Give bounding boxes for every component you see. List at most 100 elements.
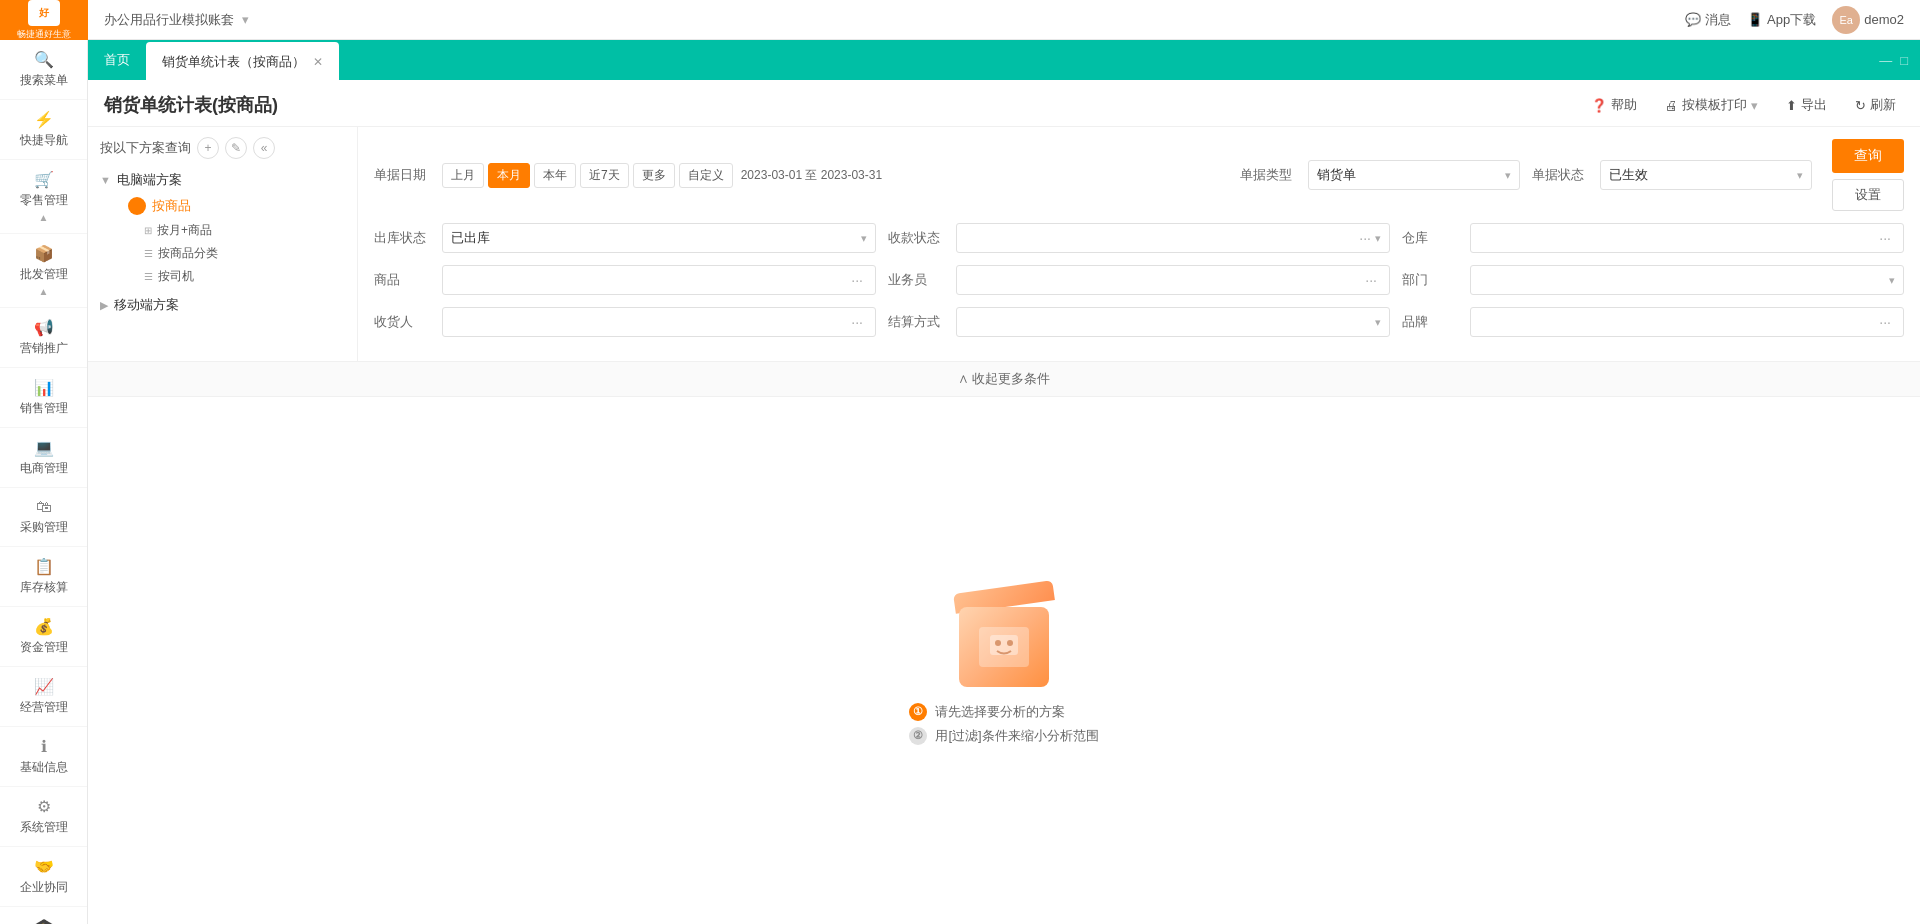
filter-goods-field: 商品 ··· [374, 265, 876, 295]
dept-arrow-icon: ▾ [1889, 274, 1895, 287]
dropdown-arrow-icon: ▾ [242, 12, 249, 27]
print-btn[interactable]: 🖨 按模板打印 ▾ [1657, 92, 1766, 118]
collapse-more-btn[interactable]: ∧ 收起更多条件 [88, 362, 1920, 397]
filter-scheme-header: 按以下方案查询 + ✎ « [100, 137, 345, 159]
sidebar-item-quicknav[interactable]: ⚡ 快捷导航 [0, 100, 87, 160]
collapse-label: ∧ 收起更多条件 [958, 370, 1051, 388]
tree-group-label: 电脑端方案 [117, 171, 182, 189]
avatar: Ea [1832, 6, 1860, 34]
tab-close-icon[interactable]: ✕ [313, 56, 323, 68]
tab-active[interactable]: 销货单统计表（按商品） ✕ [146, 42, 339, 82]
settlement-control[interactable]: ▾ [956, 307, 1390, 337]
tree-sub-label-month-goods: 按月+商品 [157, 222, 212, 239]
help-icon: ❓ [1591, 98, 1607, 113]
date-btn-7days[interactable]: 近7天 [580, 163, 629, 188]
print-label: 按模板打印 [1682, 96, 1747, 114]
app-download-btn[interactable]: 📱 App下载 [1747, 11, 1816, 29]
help-btn[interactable]: ❓ 帮助 [1583, 92, 1645, 118]
salesperson-control[interactable]: ··· [956, 265, 1390, 295]
receiver-dots-icon[interactable]: ··· [847, 314, 867, 330]
message-btn[interactable]: 💬 消息 [1685, 11, 1731, 29]
export-btn[interactable]: ⬆ 导出 [1778, 92, 1835, 118]
date-btn-custom[interactable]: 自定义 [679, 163, 733, 188]
date-btn-last-month[interactable]: 上月 [442, 163, 484, 188]
sidebar-item-marketing[interactable]: 📢 营销推广 [0, 308, 87, 368]
sidebar-label-collab: 企业协同 [20, 879, 68, 896]
collab-icon: 🤝 [34, 857, 54, 876]
sidebar-label-marketing: 营销推广 [20, 340, 68, 357]
sidebar-item-sales[interactable]: 📊 销售管理 [0, 368, 87, 428]
payment-control[interactable]: ··· ▾ [956, 223, 1390, 253]
docstatus-value: 已生效 [1609, 166, 1797, 184]
brand-control[interactable]: ··· [1470, 307, 1904, 337]
query-button[interactable]: 查询 [1832, 139, 1904, 173]
date-btn-more[interactable]: 更多 [633, 163, 675, 188]
sidebar-item-purchase[interactable]: 🛍 采购管理 [0, 488, 87, 547]
tree-item-category[interactable]: ☰ 按商品分类 [100, 242, 345, 265]
refresh-btn[interactable]: ↻ 刷新 [1847, 92, 1904, 118]
date-range-text: 2023-03-01 至 2023-03-31 [741, 167, 882, 184]
sidebar-item-system[interactable]: ⚙ 系统管理 [0, 787, 87, 847]
setting-button[interactable]: 设置 [1832, 179, 1904, 211]
tree-group-desktop: ▼ 电脑端方案 按商品 ⊞ 按月+商品 [100, 167, 345, 288]
sidebar-item-wholesale[interactable]: 📦 批发管理 ▲ [0, 234, 87, 308]
date-controls: 上月 本月 本年 近7天 更多 自定义 2023-03-01 至 2023-03… [442, 163, 1228, 188]
goods-control[interactable]: ··· [442, 265, 876, 295]
category-icon: ☰ [144, 248, 153, 259]
tree-group-desktop-header[interactable]: ▼ 电脑端方案 [100, 167, 345, 193]
warehouse-dots-icon[interactable]: ··· [1875, 230, 1895, 246]
salesperson-dots-icon[interactable]: ··· [1361, 272, 1381, 288]
action-btns: 查询 设置 [1832, 139, 1904, 211]
sidebar-item-collab[interactable]: 🤝 企业协同 [0, 847, 87, 907]
doctype-value: 销货单 [1317, 166, 1505, 184]
tree-group-mobile-header[interactable]: ▶ 移动端方案 [100, 292, 345, 318]
doctype-label: 单据类型 [1240, 166, 1300, 184]
sidebar-item-management[interactable]: 📈 经营管理 [0, 667, 87, 727]
tree-group-mobile: ▶ 移动端方案 [100, 292, 345, 318]
tree-item-month-goods[interactable]: ⊞ 按月+商品 [100, 219, 345, 242]
wholesale-arrow: ▲ [39, 286, 49, 297]
tree-item-by-goods[interactable]: 按商品 [100, 193, 345, 219]
edit-scheme-btn[interactable]: ✎ [225, 137, 247, 159]
date-btn-this-year[interactable]: 本年 [534, 163, 576, 188]
dept-control[interactable]: ▾ [1470, 265, 1904, 295]
warehouse-control[interactable]: ··· [1470, 223, 1904, 253]
tab-home[interactable]: 首页 [88, 40, 146, 80]
doctype-arrow-icon: ▾ [1505, 169, 1511, 182]
sidebar-item-guide[interactable]: 🎓 新手引导 [0, 907, 87, 924]
scheme-title: 按以下方案查询 [100, 139, 191, 157]
receiver-control[interactable]: ··· [442, 307, 876, 337]
app-logo: 好 畅捷通好生意 [0, 0, 88, 40]
brand-dots-icon[interactable]: ··· [1875, 314, 1895, 330]
stockstatus-control[interactable]: 已出库 ▾ [442, 223, 876, 253]
wholesale-icon: 📦 [34, 244, 54, 263]
finance-icon: 💰 [34, 617, 54, 636]
retail-arrow: ▲ [39, 212, 49, 223]
doctype-control[interactable]: 销货单 ▾ [1308, 160, 1520, 190]
add-scheme-btn[interactable]: + [197, 137, 219, 159]
sidebar-label-basic: 基础信息 [20, 759, 68, 776]
sidebar-item-retail[interactable]: 🛒 零售管理 ▲ [0, 160, 87, 234]
payment-dots-icon[interactable]: ··· [1355, 230, 1375, 246]
mobile-tree-arrow: ▶ [100, 299, 108, 312]
empty-box [959, 607, 1049, 687]
hint-text-2: 用[过滤]条件来缩小分析范围 [935, 727, 1098, 745]
filter-tree: ▼ 电脑端方案 按商品 ⊞ 按月+商品 [100, 167, 345, 318]
logo-icon-text: 好 [39, 6, 49, 20]
page-title: 销货单统计表(按商品) [104, 93, 278, 117]
goods-dots-icon[interactable]: ··· [847, 272, 867, 288]
date-btn-this-month[interactable]: 本月 [488, 163, 530, 188]
filter-section: 按以下方案查询 + ✎ « ▼ 电脑端方案 [88, 127, 1920, 362]
tree-item-driver[interactable]: ☰ 按司机 [100, 265, 345, 288]
warehouse-label: 仓库 [1402, 229, 1462, 247]
collapse-scheme-btn[interactable]: « [253, 137, 275, 159]
tab-min-icon[interactable]: — [1879, 53, 1892, 68]
sidebar-item-basic[interactable]: ℹ 基础信息 [0, 727, 87, 787]
docstatus-control[interactable]: 已生效 ▾ [1600, 160, 1812, 190]
sidebar-item-ecommerce[interactable]: 💻 电商管理 [0, 428, 87, 488]
sidebar-item-inventory[interactable]: 📋 库存核算 [0, 547, 87, 607]
sidebar-item-finance[interactable]: 💰 资金管理 [0, 607, 87, 667]
tab-max-icon[interactable]: □ [1900, 53, 1908, 68]
sidebar-item-search[interactable]: 🔍 搜索菜单 [0, 40, 87, 100]
user-btn[interactable]: Ea demo2 [1832, 6, 1904, 34]
